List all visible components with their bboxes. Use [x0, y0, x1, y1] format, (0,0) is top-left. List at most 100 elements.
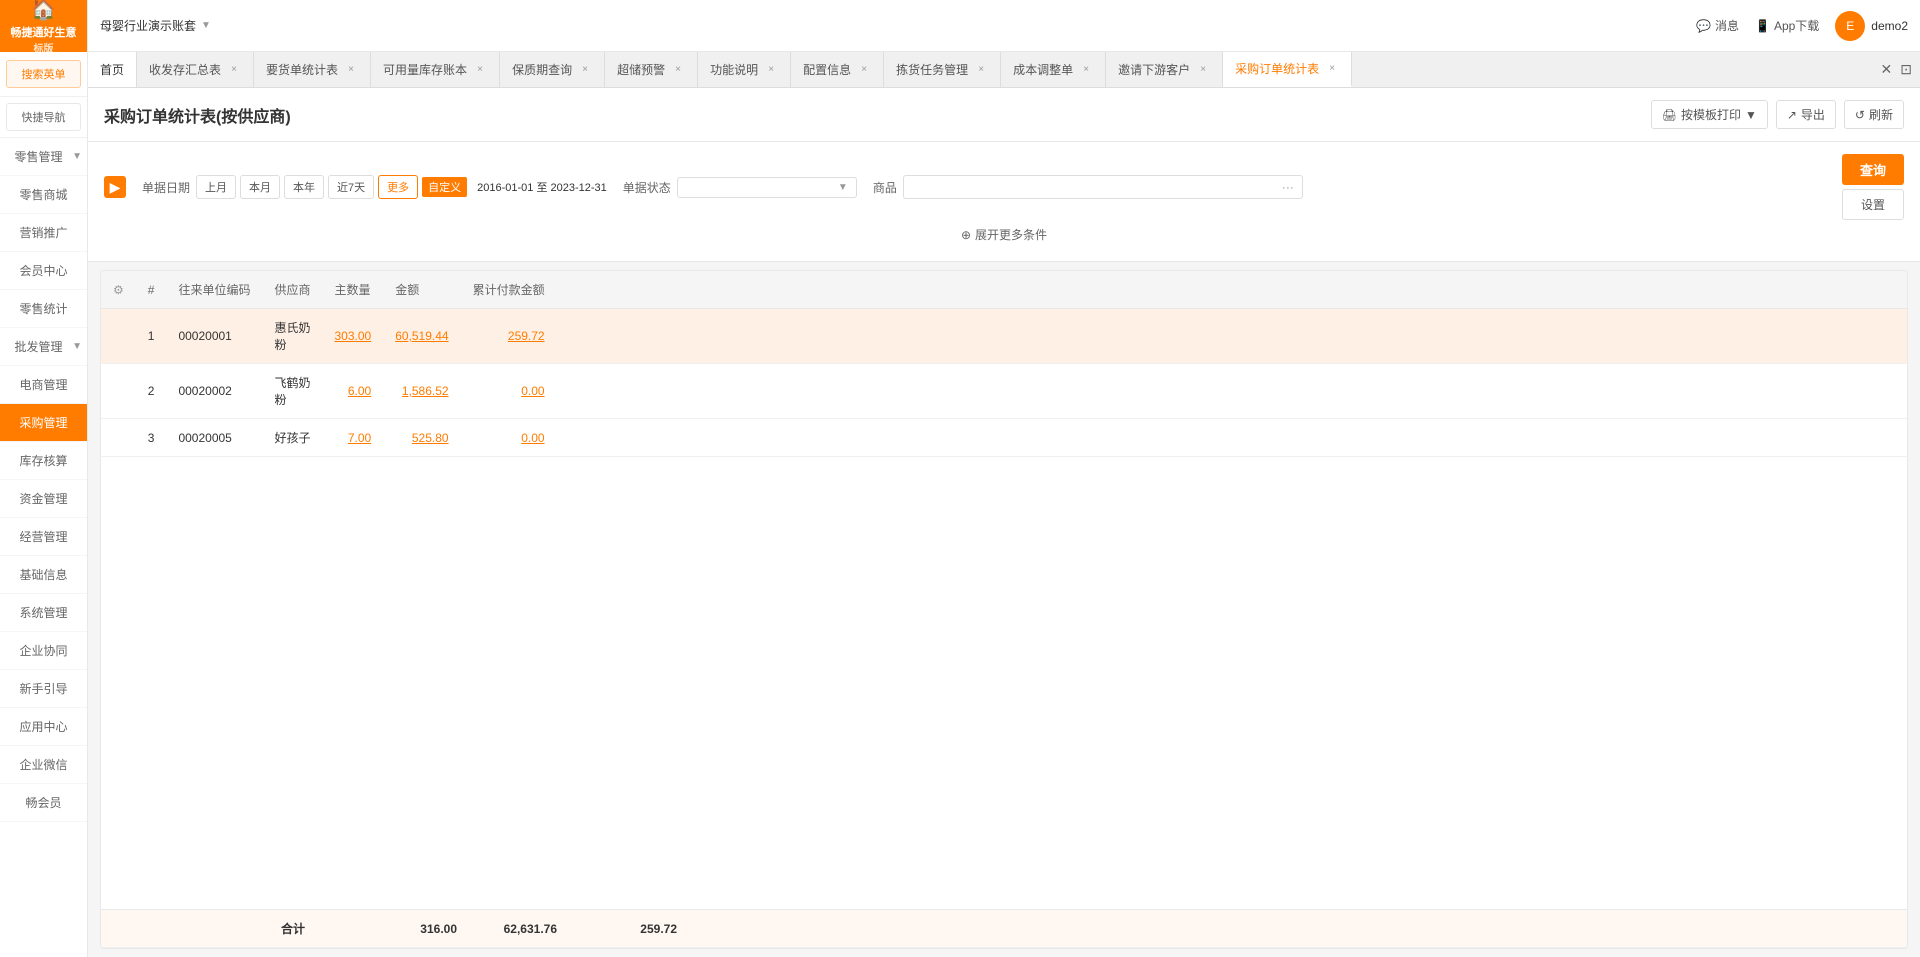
filter-row: ▶ 单据日期 上月 本月 本年 近7天 更多 自定义 2016-01-01 至 … — [104, 154, 1904, 220]
sidebar-item-operations[interactable]: 经营管理 — [0, 518, 87, 556]
row-code: 00020005 — [166, 419, 262, 457]
code-column-header: 往来单位编码 — [166, 271, 262, 309]
tab-purchase-stat[interactable]: 采购订单统计表 × — [1223, 52, 1352, 87]
tab-goods-stat[interactable]: 要货单统计表 × — [254, 52, 371, 87]
logo-icon: 🏠 — [31, 0, 56, 22]
tab-config-label: 配置信息 — [803, 61, 851, 78]
sidebar-item-retail-manage[interactable]: 零售管理 ▼ — [0, 138, 87, 176]
tab-close-icon[interactable]: × — [1325, 62, 1339, 76]
tab-invite[interactable]: 邀请下游客户 × — [1106, 52, 1223, 87]
tab-close-icon[interactable]: × — [227, 63, 241, 77]
status-filter-label: 单据状态 — [623, 179, 671, 196]
sidebar-item-system[interactable]: 系统管理 — [0, 594, 87, 632]
footer-quantity: 316.00 — [389, 910, 469, 948]
table-footer-row: 合计 316.00 62,631.76 259.72 — [101, 909, 1907, 948]
tab-warranty[interactable]: 保质期查询 × — [500, 52, 605, 87]
row-extra — [557, 364, 1907, 419]
chevron-icon: ▼ — [72, 151, 82, 162]
sidebar-item-vip[interactable]: 畅会员 — [0, 784, 87, 822]
date-7days-btn[interactable]: 近7天 — [328, 175, 374, 199]
tab-overstock[interactable]: 超储预警 × — [605, 52, 698, 87]
sidebar-item-ecommerce[interactable]: 电商管理 — [0, 366, 87, 404]
username-label: demo2 — [1871, 19, 1908, 33]
filter-toggle-button[interactable]: ▶ — [104, 176, 126, 198]
refresh-button[interactable]: ↺ 刷新 — [1844, 100, 1904, 129]
tab-close-icon[interactable]: × — [671, 63, 685, 77]
tab-close-icon[interactable]: × — [764, 63, 778, 77]
tab-close-icon[interactable]: × — [578, 63, 592, 77]
sidebar-item-inventory[interactable]: 库存核算 — [0, 442, 87, 480]
date-this-month-btn[interactable]: 本月 — [240, 175, 280, 199]
quick-nav-button[interactable]: 快捷导航 — [6, 103, 81, 131]
sidebar-item-basic-info[interactable]: 基础信息 — [0, 556, 87, 594]
maximize-button[interactable]: ⊡ — [1900, 61, 1912, 78]
settings-button[interactable]: 设置 — [1842, 189, 1904, 220]
tab-close-icon[interactable]: × — [1196, 63, 1210, 77]
tab-invite-label: 邀请下游客户 — [1118, 61, 1190, 78]
table-row[interactable]: 3 00020005 好孩子 7.00 525.80 0.00 — [101, 419, 1907, 457]
tab-close-icon[interactable]: × — [857, 63, 871, 77]
message-button[interactable]: 💬 消息 — [1696, 17, 1739, 34]
tab-close-icon[interactable]: × — [344, 63, 358, 77]
sidebar-item-wholesale[interactable]: 批发管理 ▼ — [0, 328, 87, 366]
row-amount: 60,519.44 — [383, 309, 460, 364]
sidebar-item-newbie[interactable]: 新手引导 — [0, 670, 87, 708]
date-last-month-btn[interactable]: 上月 — [196, 175, 236, 199]
status-select[interactable]: ▼ — [677, 177, 857, 198]
sidebar: 🏠 畅捷通好生意 标版 搜索英单 快捷导航 零售管理 ▼ 零售商城 营销推广 会… — [0, 0, 88, 957]
tab-task[interactable]: 拣货任务管理 × — [884, 52, 1001, 87]
footer-amount: 62,631.76 — [469, 910, 569, 948]
row-paid: 259.72 — [461, 309, 557, 364]
tab-close-icon[interactable]: × — [974, 63, 988, 77]
page-title: 采购订单统计表(按供应商) — [104, 103, 291, 127]
refresh-icon: ↺ — [1855, 108, 1865, 122]
table-row[interactable]: 1 00020001 惠氏奶粉 303.00 60,519.44 259.72 — [101, 309, 1907, 364]
tab-task-label: 拣货任务管理 — [896, 61, 968, 78]
template-print-button[interactable]: 🖨 按模板打印 ▼ — [1651, 100, 1768, 129]
sidebar-item-retail-stat[interactable]: 零售统计 — [0, 290, 87, 328]
user-menu[interactable]: E demo2 — [1835, 11, 1908, 41]
sidebar-item-marketing[interactable]: 营销推广 — [0, 214, 87, 252]
sidebar-item-app-center[interactable]: 应用中心 — [0, 708, 87, 746]
sidebar-item-enterprise[interactable]: 企业协同 — [0, 632, 87, 670]
tab-help[interactable]: 功能说明 × — [698, 52, 791, 87]
app-logo[interactable]: 🏠 畅捷通好生意 标版 — [0, 0, 87, 52]
close-window-button[interactable]: ✕ — [1881, 61, 1893, 78]
sidebar-item-wechat[interactable]: 企业微信 — [0, 746, 87, 784]
custom-date-tag: 自定义 — [422, 177, 467, 197]
sidebar-item-capital[interactable]: 资金管理 — [0, 480, 87, 518]
tabbar-actions: ✕ ⊡ — [1873, 52, 1920, 87]
workspace-selector[interactable]: 母婴行业演示账套 ▼ — [100, 17, 211, 34]
row-quantity: 303.00 — [322, 309, 383, 364]
paid-column-header: 累计付款金额 — [461, 271, 557, 309]
tab-config[interactable]: 配置信息 × — [791, 52, 884, 87]
page-header-actions: 🖨 按模板打印 ▼ ↗ 导出 ↺ 刷新 — [1651, 100, 1904, 129]
tab-goods-stat-label: 要货单统计表 — [266, 61, 338, 78]
search-english-button[interactable]: 搜索英单 — [6, 60, 81, 88]
date-range-display: 2016-01-01 至 2023-12-31 — [477, 179, 607, 195]
query-button[interactable]: 查询 — [1842, 154, 1904, 185]
date-this-year-btn[interactable]: 本年 — [284, 175, 324, 199]
date-more-btn[interactable]: 更多 — [378, 175, 418, 199]
expand-more-conditions[interactable]: ⊕ 展开更多条件 — [104, 220, 1904, 249]
supplier-column-header: 供应商 — [262, 271, 322, 309]
row-supplier: 惠氏奶粉 — [262, 309, 322, 364]
sidebar-item-purchase[interactable]: 采购管理 — [0, 404, 87, 442]
column-settings-icon[interactable]: ⚙ — [113, 283, 124, 297]
tab-close-icon[interactable]: × — [1079, 63, 1093, 77]
tab-inventory-ledger[interactable]: 可用量库存账本 × — [371, 52, 500, 87]
tab-cost[interactable]: 成本调整单 × — [1001, 52, 1106, 87]
app-download-button[interactable]: 📱 App下载 — [1755, 17, 1819, 34]
tab-home[interactable]: 首页 — [88, 52, 137, 87]
table-row[interactable]: 2 00020002 飞鹤奶粉 6.00 1,586.52 0.00 — [101, 364, 1907, 419]
sidebar-item-retail-mall[interactable]: 零售商城 — [0, 176, 87, 214]
goods-input[interactable]: ··· — [903, 175, 1303, 199]
sidebar-item-member[interactable]: 会员中心 — [0, 252, 87, 290]
main-area: 母婴行业演示账套 ▼ 💬 消息 📱 App下载 E demo2 首页 收发存汇总… — [88, 0, 1920, 957]
tab-receivable[interactable]: 收发存汇总表 × — [137, 52, 254, 87]
export-button[interactable]: ↗ 导出 — [1776, 100, 1836, 129]
row-supplier: 飞鹤奶粉 — [262, 364, 322, 419]
tab-close-icon[interactable]: × — [473, 63, 487, 77]
print-icon: 🖨 — [1662, 108, 1677, 122]
amount-column-header: 金额 — [383, 271, 460, 309]
